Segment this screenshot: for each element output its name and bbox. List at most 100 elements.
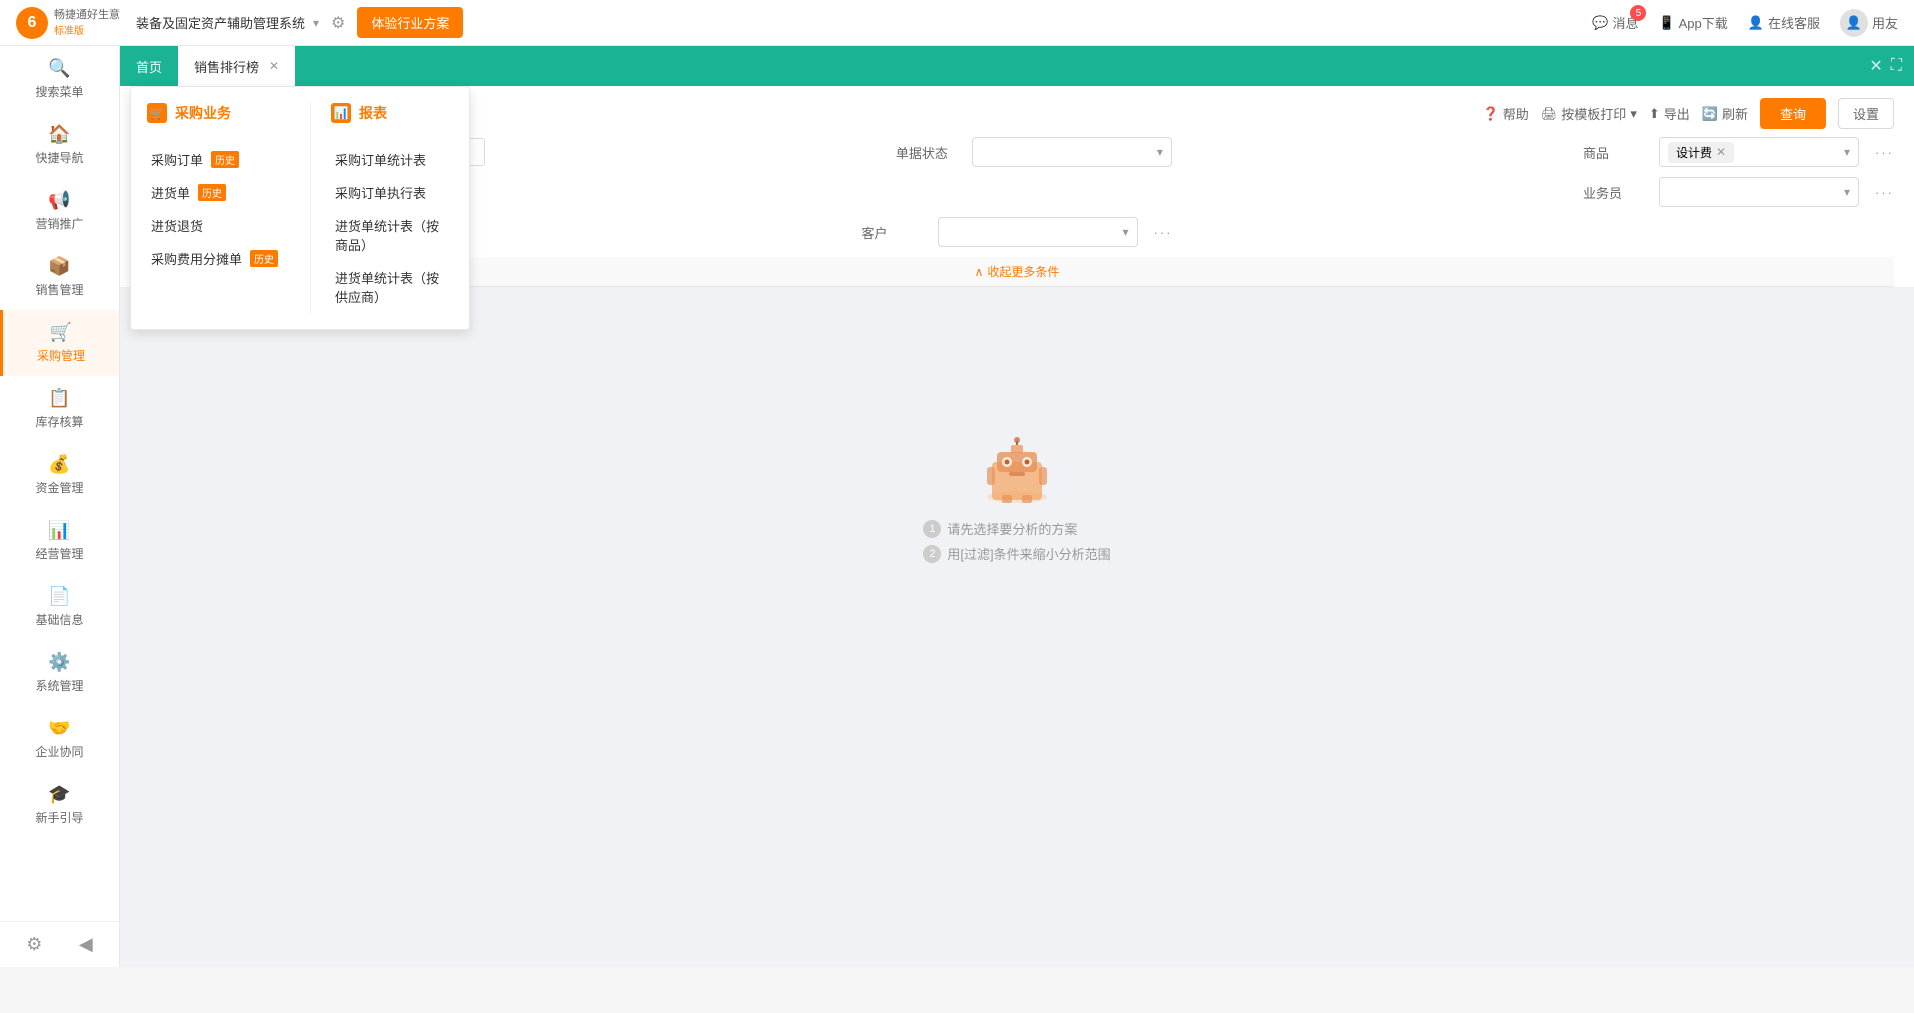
sidebar-item-sales[interactable]: 📦 销售管理 (0, 244, 119, 310)
notification-item[interactable]: 💬 消息 5 (1592, 13, 1638, 32)
logo-text: 畅捷通好生意 (54, 8, 120, 22)
tab-expand-icon[interactable]: ⛶ (1891, 57, 1902, 75)
sidebar-settings-icon[interactable]: ⚙ (26, 934, 42, 955)
cooperation-icon: 🤝 (48, 718, 70, 739)
voucher-status-label: 单据状态 (896, 143, 956, 162)
dropdown-item-expense[interactable]: 采购费用分摊单 历史 (147, 242, 290, 275)
avatar-placeholder: 👤 (1846, 15, 1862, 31)
empty-state: 1 请先选择要分析的方案 2 用[过滤]条件来缩小分析范围 (120, 288, 1914, 688)
dropdown-item-return[interactable]: 进货退货 (147, 209, 290, 242)
sidebar-item-operations[interactable]: 📊 经营管理 (0, 508, 119, 574)
sidebar-item-navigation-label: 快捷导航 (35, 149, 83, 166)
print-icon: 🖨 (1541, 106, 1558, 122)
goods-label: 商品 (1583, 143, 1643, 162)
help-label: 帮助 (1503, 104, 1529, 123)
receipt-stat-supplier-label: 进货单统计表（按供应商） (335, 268, 449, 306)
system-title: 装备及固定资产辅助管理系统 (136, 13, 305, 32)
app-download-item[interactable]: 📱 App下载 (1658, 13, 1727, 32)
tip-text-1: 请先选择要分析的方案 (947, 519, 1077, 538)
basic-info-icon: 📄 (48, 586, 70, 607)
sidebar-item-cooperation[interactable]: 🤝 企业协同 (0, 706, 119, 772)
print-btn[interactable]: 🖨 按模板打印 ▾ (1541, 104, 1637, 123)
operations-icon: 📊 (48, 520, 70, 541)
tab-home[interactable]: 首页 (120, 46, 178, 86)
tab-sales-ranking[interactable]: 销售排行榜 ✕ (178, 46, 295, 86)
salesperson-select[interactable]: ▾ (1659, 177, 1859, 207)
sidebar-item-purchase-label: 采购管理 (37, 347, 85, 364)
report-col-title: 报表 (359, 103, 387, 123)
export-label: 导出 (1664, 104, 1690, 123)
sidebar-item-system[interactable]: ⚙️ 系统管理 (0, 640, 119, 706)
online-service-label: 在线客服 (1768, 13, 1820, 32)
online-service-item[interactable]: 👤 在线客服 (1748, 13, 1820, 32)
dropdown-item-receipt-stat-supplier[interactable]: 进货单统计表（按供应商） (331, 261, 453, 313)
tab-home-label: 首页 (136, 57, 162, 76)
app-download-label: App下载 (1679, 13, 1728, 32)
voucher-status-select[interactable]: ▾ (972, 137, 1172, 167)
sidebar-item-marketing[interactable]: 📢 营销推广 (0, 178, 119, 244)
sidebar-bottom: ⚙ ◀ (0, 921, 119, 967)
sidebar-collapse-icon[interactable]: ◀ (79, 934, 93, 955)
goods-select[interactable]: 设计费 ✕ ▾ (1659, 137, 1859, 167)
tab-bar: 首页 销售排行榜 ✕ ✕ ⛶ (120, 46, 1914, 86)
help-btn[interactable]: ❓ 帮助 (1483, 104, 1529, 123)
sidebar-item-inventory[interactable]: 📋 库存核算 (0, 376, 119, 442)
sidebar-item-basic-info-label: 基础信息 (35, 611, 83, 628)
export-icon: ⬆ (1649, 106, 1660, 122)
purchase-icon: 🛒 (50, 322, 72, 343)
purchase-stat-label: 采购订单统计表 (335, 150, 426, 169)
receipt-label: 进货单 (151, 183, 190, 202)
refresh-icon: 🔄 (1702, 106, 1718, 122)
industry-btn[interactable]: 体验行业方案 (357, 7, 463, 38)
sidebar-item-guide-label: 新手引导 (35, 809, 83, 826)
tab-close-icon[interactable]: ✕ (269, 59, 279, 73)
sidebar-item-navigation[interactable]: 🏠 快捷导航 (0, 112, 119, 178)
dropdown-item-purchase-exec[interactable]: 采购订单执行表 (331, 176, 453, 209)
sidebar-item-cooperation-label: 企业协同 (35, 743, 83, 760)
print-dropdown-icon: ▾ (1630, 106, 1637, 122)
salesperson-more-btn[interactable]: ··· (1875, 185, 1894, 200)
export-btn[interactable]: ⬆ 导出 (1649, 104, 1690, 123)
refresh-btn[interactable]: 🔄 刷新 (1702, 104, 1748, 123)
tab-sales-ranking-label: 销售排行榜 (194, 57, 259, 76)
header-right: 💬 消息 5 📱 App下载 👤 在线客服 👤 用友 (1592, 9, 1898, 37)
sidebar-item-finance-label: 资金管理 (35, 479, 83, 496)
customer-more-btn[interactable]: ··· (1154, 225, 1173, 240)
system-icon: ⚙️ (48, 652, 70, 673)
query-button[interactable]: 查询 (1760, 98, 1826, 129)
sidebar-item-guide[interactable]: 🎓 新手引导 (0, 772, 119, 838)
logo-area: 6 畅捷通好生意 标准版 (16, 7, 136, 39)
sidebar-item-search[interactable]: 🔍 搜索菜单 (0, 46, 119, 112)
dropdown-item-purchase-order[interactable]: 采购订单 历史 (147, 143, 290, 176)
dropdown-item-receipt[interactable]: 进货单 历史 (147, 176, 290, 209)
dropdown-arrow-icon[interactable]: ▾ (313, 16, 319, 30)
settings-icon[interactable]: ⚙ (327, 9, 349, 37)
goods-tag-close-icon[interactable]: ✕ (1716, 145, 1726, 159)
search-icon: 🔍 (48, 58, 70, 79)
sidebar-item-purchase[interactable]: 🛒 采购管理 (0, 310, 119, 376)
top-header: 6 畅捷通好生意 标准版 装备及固定资产辅助管理系统 ▾ ⚙ 体验行业方案 💬 … (0, 0, 1914, 46)
purchase-order-history-badge: 历史 (211, 151, 239, 168)
goods-more-btn[interactable]: ··· (1875, 145, 1894, 160)
tip-text-2: 用[过滤]条件来缩小分析范围 (947, 544, 1110, 563)
sidebar-item-finance[interactable]: 💰 资金管理 (0, 442, 119, 508)
sidebar-item-marketing-label: 营销推广 (35, 215, 83, 232)
guide-icon: 🎓 (48, 784, 70, 805)
inventory-icon: 📋 (48, 388, 70, 409)
sidebar-item-sales-label: 销售管理 (35, 281, 83, 298)
sidebar-item-system-label: 系统管理 (35, 677, 83, 694)
empty-tip-1: 1 请先选择要分析的方案 (923, 519, 1110, 538)
user-item[interactable]: 👤 用友 (1840, 9, 1898, 37)
tab-close-all-icon[interactable]: ✕ (1869, 56, 1882, 76)
receipt-history-badge: 历史 (198, 184, 226, 201)
user-avatar: 👤 (1840, 9, 1868, 37)
purchase-col-icon: 🛒 (147, 103, 167, 123)
dropdown-item-purchase-stat[interactable]: 采购订单统计表 (331, 143, 453, 176)
purchase-col: 🛒 采购业务 采购订单 历史 进货单 历史 进货退货 采购费用分摊单 历史 (147, 103, 290, 313)
logo-icon: 6 (16, 7, 48, 39)
customer-select[interactable]: ▾ (938, 217, 1138, 247)
user-label: 用友 (1872, 13, 1898, 32)
sidebar-item-basic-info[interactable]: 📄 基础信息 (0, 574, 119, 640)
dropdown-item-receipt-stat-goods[interactable]: 进货单统计表（按商品） (331, 209, 453, 261)
settings-button[interactable]: 设置 (1838, 98, 1894, 129)
